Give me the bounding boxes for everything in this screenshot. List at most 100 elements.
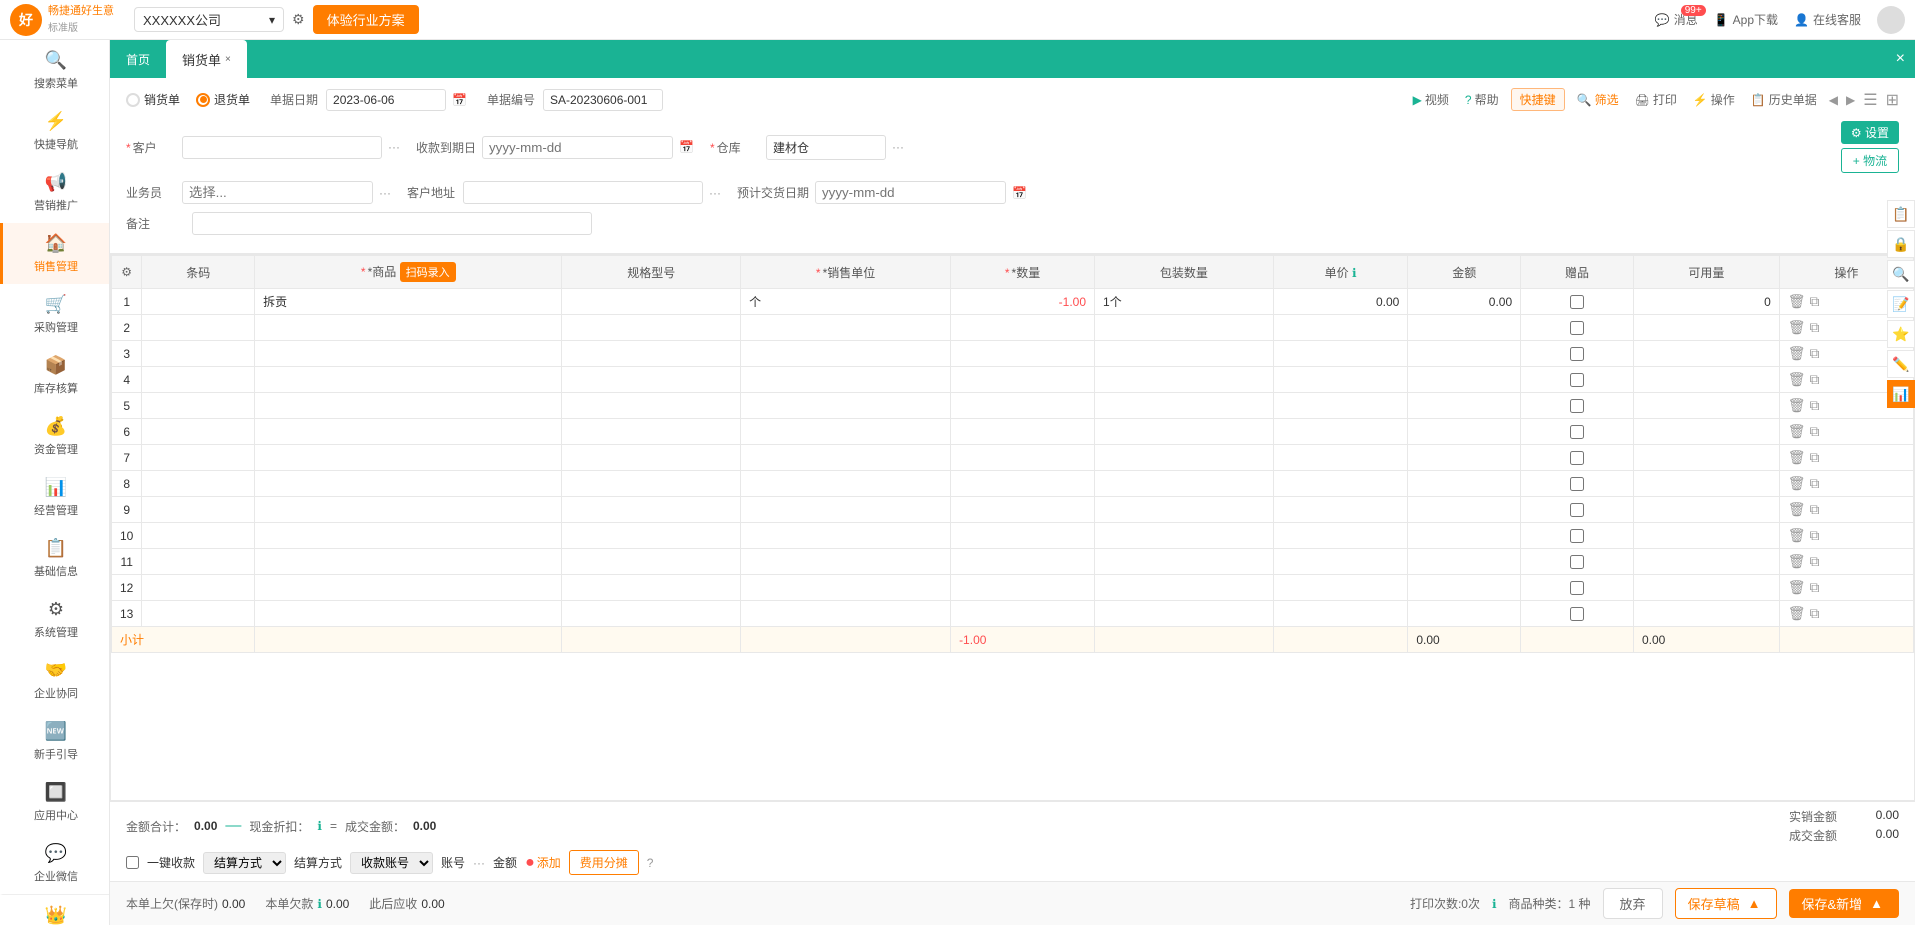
row-copy-icon[interactable]: ⧉ [1810,501,1820,518]
history-action[interactable]: 📋历史单据 [1747,89,1821,110]
row-unit[interactable]: 个 [741,289,951,315]
row-gift[interactable] [1521,523,1634,549]
row-gift[interactable] [1521,289,1634,315]
customer-more-icon[interactable]: ··· [388,140,400,154]
row-price[interactable] [1273,367,1408,393]
row-amount[interactable] [1408,367,1521,393]
warehouse-more-icon[interactable]: ··· [892,140,904,154]
account-more-icon[interactable]: ··· [473,856,485,870]
row-barcode[interactable] [142,393,255,419]
row-unit[interactable] [741,549,951,575]
close-tab-icon[interactable]: × [225,54,231,65]
row-gift[interactable] [1521,341,1634,367]
row-delete-icon[interactable]: 🗑 [1788,345,1806,362]
right-tool-lock[interactable]: 🔒 [1887,230,1915,258]
row-copy-icon[interactable]: ⧉ [1810,605,1820,622]
row-pack-qty[interactable] [1095,367,1274,393]
trial-button[interactable]: 体验行业方案 [313,5,419,34]
row-copy-icon[interactable]: ⧉ [1810,527,1820,544]
row-delete-icon[interactable]: 🗑 [1788,319,1806,336]
row-gift[interactable] [1521,445,1634,471]
sidebar-item-enterprise[interactable]: 🤝 企业协同 [0,650,109,711]
sidebar-item-quick-nav[interactable]: ⚡ 快捷导航 [0,101,109,162]
table-settings-gear[interactable]: ⚙ [121,265,132,279]
row-product[interactable] [255,445,562,471]
abandon-button[interactable]: 放弃 [1603,888,1663,919]
right-tool-search[interactable]: 🔍 [1887,260,1915,288]
row-barcode[interactable] [142,523,255,549]
row-amount[interactable] [1408,419,1521,445]
row-gift[interactable] [1521,393,1634,419]
right-tool-clipboard[interactable]: 📋 [1887,200,1915,228]
row-product[interactable] [255,419,562,445]
customer-input[interactable] [182,136,382,159]
row-price[interactable] [1273,419,1408,445]
row-product[interactable] [255,549,562,575]
row-qty[interactable] [951,315,1095,341]
row-spec[interactable] [562,497,741,523]
debt-info-icon[interactable]: ℹ [317,897,322,911]
sidebar-item-inventory[interactable]: 📦 库存核算 [0,345,109,406]
row-barcode[interactable] [142,445,255,471]
sidebar-item-basic[interactable]: 📋 基础信息 [0,528,109,589]
row-barcode[interactable] [142,497,255,523]
radio-return[interactable]: 退货单 [196,91,250,108]
row-price[interactable] [1273,471,1408,497]
expected-date-input[interactable] [815,181,1006,204]
row-pack-qty[interactable] [1095,393,1274,419]
date-input[interactable]: 2023-06-06 [326,89,446,111]
row-product[interactable] [255,601,562,627]
sidebar-item-wechat[interactable]: 💬 企业微信 [0,833,109,894]
row-spec[interactable] [562,445,741,471]
one-click-payment-checkbox[interactable] [126,856,139,869]
row-barcode[interactable] [142,341,255,367]
row-delete-icon[interactable]: 🗑 [1788,371,1806,388]
online-service-button[interactable]: 👤 在线客服 [1794,11,1861,28]
row-pack-qty[interactable] [1095,523,1274,549]
row-amount[interactable] [1408,445,1521,471]
logistics-button[interactable]: + 物流 [1841,148,1899,173]
salesperson-input[interactable] [182,181,373,204]
prev-icon[interactable]: ◀ [1829,93,1838,107]
row-barcode[interactable] [142,419,255,445]
row-gift[interactable] [1521,419,1634,445]
date-calendar-icon[interactable]: 📅 [452,93,467,107]
sidebar-item-operation[interactable]: 📊 经营管理 [0,467,109,528]
company-selector[interactable]: XXXXXX公司 ▾ [134,7,284,32]
row-copy-icon[interactable]: ⧉ [1810,371,1820,388]
set-button[interactable]: ⚙ 设置 [1841,121,1899,144]
print-info-icon[interactable]: ℹ [1492,897,1497,911]
row-product[interactable] [255,497,562,523]
row-product[interactable] [255,575,562,601]
sidebar-item-search[interactable]: 🔍 搜索菜单 [0,40,109,101]
operate-action[interactable]: ⚡操作 [1689,89,1739,110]
row-unit[interactable] [741,419,951,445]
row-price[interactable]: 0.00 [1273,289,1408,315]
row-copy-icon[interactable]: ⧉ [1810,397,1820,414]
right-tool-note[interactable]: 📝 [1887,290,1915,318]
row-barcode[interactable] [142,601,255,627]
row-copy-icon[interactable]: ⧉ [1810,579,1820,596]
addr-more-icon[interactable]: ··· [709,186,721,200]
right-tool-star[interactable]: ⭐ [1887,320,1915,348]
row-spec[interactable] [562,549,741,575]
sidebar-item-marketing[interactable]: 📢 营销推广 [0,162,109,223]
row-qty[interactable] [951,497,1095,523]
tab-home[interactable]: 首页 [110,40,166,78]
row-delete-icon[interactable]: 🗑 [1788,449,1806,466]
row-gift[interactable] [1521,575,1634,601]
row-pack-qty[interactable] [1095,341,1274,367]
next-icon[interactable]: ▶ [1846,93,1855,107]
settlement-select[interactable]: 结算方式 [203,852,286,874]
row-pack-qty[interactable] [1095,549,1274,575]
row-price[interactable] [1273,575,1408,601]
row-copy-icon[interactable]: ⧉ [1810,475,1820,492]
row-spec[interactable] [562,575,741,601]
sidebar-item-member[interactable]: 👑 畅会员 [0,894,109,925]
row-product[interactable] [255,393,562,419]
row-product[interactable] [255,471,562,497]
row-pack-qty[interactable] [1095,419,1274,445]
row-spec[interactable] [562,289,741,315]
row-amount[interactable] [1408,315,1521,341]
shortcut-btn[interactable]: 快捷键 [1511,88,1565,111]
